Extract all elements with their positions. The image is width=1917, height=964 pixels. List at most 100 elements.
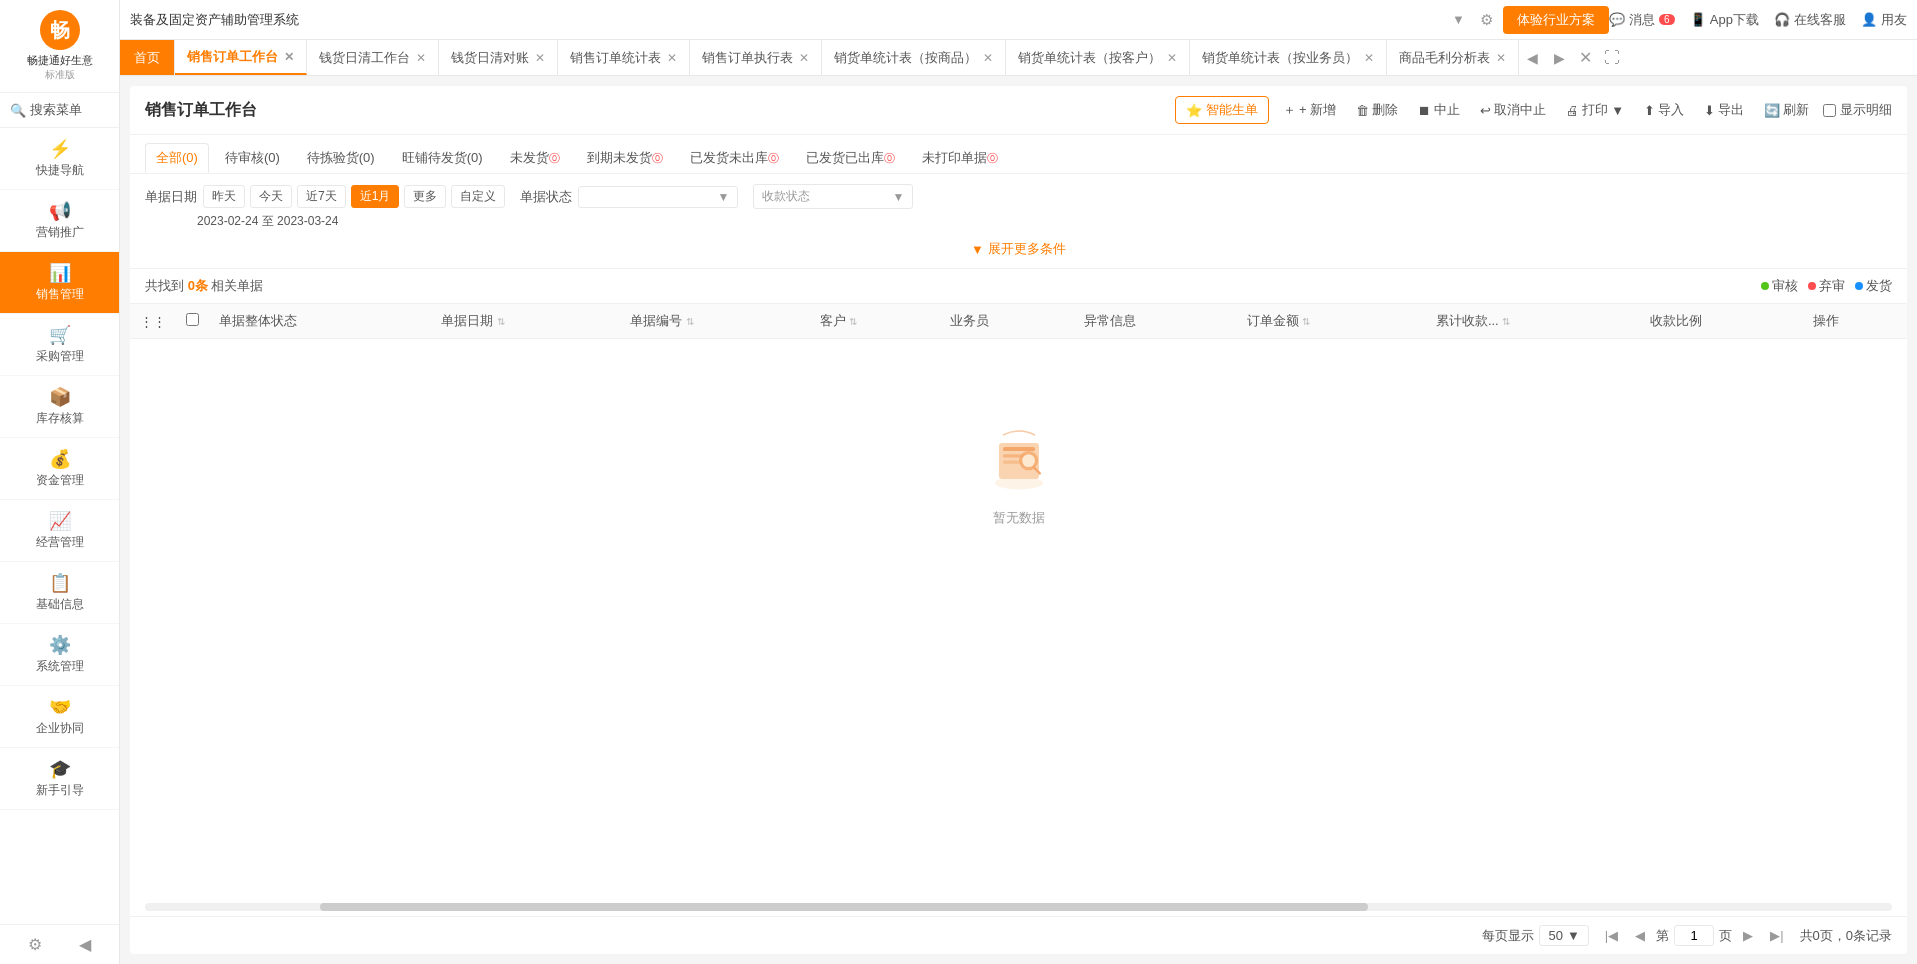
- app-download-button[interactable]: 📱 App下载: [1690, 11, 1759, 29]
- tab-close-icon[interactable]: ✕: [799, 51, 809, 65]
- sub-tab-shipped-out[interactable]: 已发货已出库⓪: [795, 143, 906, 173]
- sub-tab-overdue[interactable]: 到期未发货⓪: [576, 143, 674, 173]
- tab-sales-workbench[interactable]: 销售订单工作台 ✕: [175, 40, 307, 75]
- payment-select[interactable]: 收款状态 ▼: [753, 184, 913, 209]
- ship-action-button[interactable]: 发货: [1855, 277, 1892, 295]
- message-button[interactable]: 💬 消息 6: [1609, 11, 1675, 29]
- tab-product-margin[interactable]: 商品毛利分析表 ✕: [1387, 40, 1519, 75]
- h-scrollbar-thumb[interactable]: [320, 903, 1368, 911]
- page-number-input[interactable]: [1674, 925, 1714, 946]
- export-button[interactable]: ⬇ 导出: [1698, 97, 1750, 123]
- col-abnormal[interactable]: 异常信息: [1074, 304, 1237, 339]
- date-btn-custom[interactable]: 自定义: [451, 185, 505, 208]
- tab-close-icon[interactable]: ✕: [535, 51, 545, 65]
- page-size-select-box[interactable]: 50 ▼: [1539, 925, 1588, 946]
- cancel-stop-button[interactable]: ↩ 取消中止: [1474, 97, 1552, 123]
- tab-close-icon[interactable]: ✕: [1167, 51, 1177, 65]
- sidebar-item-inventory[interactable]: 📦 库存核算: [0, 376, 119, 438]
- sidebar-item-search[interactable]: 🔍 搜索菜单: [0, 93, 119, 128]
- sort-icon: ⇅: [849, 316, 857, 327]
- sidebar-item-basics[interactable]: 📋 基础信息: [0, 562, 119, 624]
- tab-home[interactable]: 首页: [120, 40, 175, 75]
- marketing-icon: 📢: [49, 200, 71, 222]
- topbar-settings-icon[interactable]: ⚙: [1480, 11, 1493, 29]
- col-no[interactable]: 单据编号 ⇅: [620, 304, 809, 339]
- sub-tab-pending-check[interactable]: 待拣验货(0): [296, 143, 386, 173]
- date-btn-7days[interactable]: 近7天: [297, 185, 346, 208]
- col-staff[interactable]: 业务员: [940, 304, 1074, 339]
- tab-cash-daily[interactable]: 钱货日清工作台 ✕: [307, 40, 439, 75]
- sub-tab-all[interactable]: 全部(0): [145, 143, 209, 173]
- sidebar-item-marketing[interactable]: 📢 营销推广: [0, 190, 119, 252]
- sidebar-item-finance[interactable]: 💰 资金管理: [0, 438, 119, 500]
- sidebar-item-operations[interactable]: 📈 经营管理: [0, 500, 119, 562]
- col-accumulated[interactable]: 累计收款... ⇅: [1426, 304, 1640, 339]
- col-checkbox[interactable]: [176, 304, 209, 339]
- tab-sales-single-staff[interactable]: 销货单统计表（按业务员） ✕: [1190, 40, 1387, 75]
- sidebar-item-corp[interactable]: 🤝 企业协同: [0, 686, 119, 748]
- tab-cash-reconcile[interactable]: 钱货日清对账 ✕: [439, 40, 558, 75]
- select-all-checkbox[interactable]: [186, 313, 199, 326]
- tab-close-icon[interactable]: ✕: [284, 50, 294, 64]
- page-next-button[interactable]: ▶: [1737, 926, 1759, 945]
- stop-button[interactable]: ⏹ 中止: [1412, 97, 1466, 123]
- sub-tab-shipped-not-out[interactable]: 已发货未出库⓪: [679, 143, 790, 173]
- date-btn-more[interactable]: 更多: [404, 185, 446, 208]
- page-first-button[interactable]: |◀: [1599, 926, 1624, 945]
- page-nav: |◀ ◀ 第 页 ▶ ▶|: [1599, 925, 1790, 946]
- smart-gen-button[interactable]: ⭐ 智能生单: [1175, 96, 1269, 124]
- user-button[interactable]: 👤 用友: [1861, 11, 1907, 29]
- status-select[interactable]: ▼: [578, 186, 738, 208]
- sub-tab-wangpu[interactable]: 旺铺待发货(0): [391, 143, 494, 173]
- collapse-button[interactable]: ◀: [79, 935, 91, 954]
- refresh-button[interactable]: 🔄 刷新: [1758, 97, 1815, 123]
- page-label: 第: [1656, 927, 1669, 945]
- sub-tab-pending-review[interactable]: 待审核(0): [214, 143, 291, 173]
- abandon-action-button[interactable]: 弃审: [1808, 277, 1845, 295]
- tab-sales-stats[interactable]: 销售订单统计表 ✕: [558, 40, 690, 75]
- page-prev-button[interactable]: ◀: [1629, 926, 1651, 945]
- tab-sales-single-product[interactable]: 销货单统计表（按商品） ✕: [822, 40, 1006, 75]
- delete-button[interactable]: 🗑 删除: [1350, 97, 1404, 123]
- review-action-button[interactable]: 审核: [1761, 277, 1798, 295]
- h-scrollbar[interactable]: [145, 903, 1892, 911]
- col-amount[interactable]: 订单金额 ⇅: [1237, 304, 1426, 339]
- sub-tab-not-printed[interactable]: 未打印单据⓪: [911, 143, 1009, 173]
- sub-tab-not-shipped[interactable]: 未发货⓪: [499, 143, 571, 173]
- expand-filter-button[interactable]: ▼ 展开更多条件: [971, 240, 1066, 258]
- tab-close-icon[interactable]: ✕: [983, 51, 993, 65]
- tab-close-icon[interactable]: ✕: [1364, 51, 1374, 65]
- industry-btn[interactable]: 体验行业方案: [1503, 6, 1609, 34]
- online-service-button[interactable]: 🎧 在线客服: [1774, 11, 1846, 29]
- sidebar-item-quick-nav[interactable]: ⚡ 快捷导航: [0, 128, 119, 190]
- tab-close-icon[interactable]: ✕: [416, 51, 426, 65]
- show-detail-checkbox[interactable]: 显示明细: [1823, 101, 1892, 119]
- tab-close-all-icon[interactable]: ✕: [1573, 48, 1598, 67]
- sidebar-item-sales[interactable]: 📊 销售管理: [0, 252, 119, 314]
- date-btn-today[interactable]: 今天: [250, 185, 292, 208]
- system-title-chevron-icon[interactable]: ▼: [1452, 12, 1465, 27]
- col-status[interactable]: 单据整体状态: [209, 304, 431, 339]
- page-last-button[interactable]: ▶|: [1764, 926, 1789, 945]
- tab-scroll-right-icon[interactable]: ▶: [1546, 50, 1573, 66]
- tab-close-icon[interactable]: ✕: [667, 51, 677, 65]
- tab-maximize-icon[interactable]: ⛶: [1598, 49, 1626, 67]
- page-content: 销售订单工作台 ⭐ 智能生单 ＋ + 新增 🗑 删除 ⏹: [120, 76, 1917, 964]
- col-client[interactable]: 客户 ⇅: [810, 304, 940, 339]
- tab-close-icon[interactable]: ✕: [1496, 51, 1506, 65]
- sidebar-item-purchase[interactable]: 🛒 采购管理: [0, 314, 119, 376]
- tab-sales-exec[interactable]: 销售订单执行表 ✕: [690, 40, 822, 75]
- tab-scroll-left-icon[interactable]: ◀: [1519, 50, 1546, 66]
- pagination: 每页显示 50 ▼ |◀ ◀ 第 页 ▶ ▶| 共0页，0条记录: [130, 916, 1907, 954]
- col-date[interactable]: 单据日期 ⇅: [431, 304, 620, 339]
- add-button[interactable]: ＋ + 新增: [1277, 97, 1342, 123]
- sidebar-item-newbie[interactable]: 🎓 新手引导: [0, 748, 119, 810]
- settings-button[interactable]: ⚙: [28, 935, 42, 954]
- tab-sales-single-client[interactable]: 销货单统计表（按客户） ✕: [1006, 40, 1190, 75]
- print-button[interactable]: 🖨 打印 ▼: [1560, 97, 1630, 123]
- import-button[interactable]: ⬆ 导入: [1638, 97, 1690, 123]
- sidebar-item-system[interactable]: ⚙️ 系统管理: [0, 624, 119, 686]
- date-btn-1month[interactable]: 近1月: [351, 185, 400, 208]
- show-detail-input[interactable]: [1823, 104, 1836, 117]
- date-btn-yesterday[interactable]: 昨天: [203, 185, 245, 208]
